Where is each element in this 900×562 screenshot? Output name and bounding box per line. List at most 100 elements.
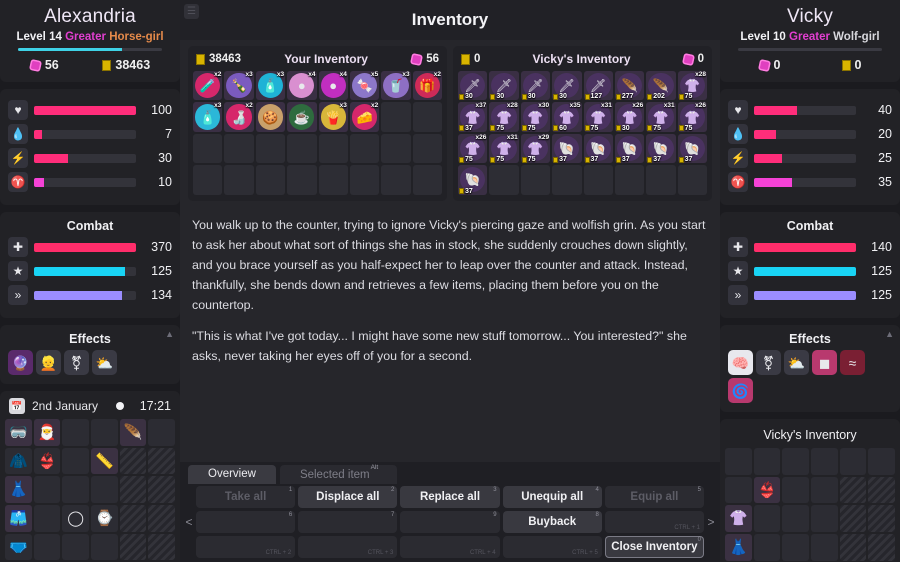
prev-page-arrow[interactable]: < xyxy=(182,486,196,558)
player-equip-pink-wand-icon[interactable]: 🪶 xyxy=(119,419,147,446)
player-item-empty-slot[interactable] xyxy=(412,133,442,164)
cloud-sun-effect-icon[interactable]: ⛅ xyxy=(92,350,117,375)
player-equip-empty-slot[interactable] xyxy=(148,419,176,446)
npc-equip-locked-slot[interactable] xyxy=(868,505,896,533)
player-item-empty-slot[interactable] xyxy=(381,102,411,132)
replace-all-button[interactable]: Replace all 3 xyxy=(400,486,500,508)
player-equip-santa-hat-icon[interactable]: 🎅 xyxy=(33,419,61,446)
buyback-button[interactable]: Buyback 8 xyxy=(502,511,602,533)
npc-equip-empty-slot[interactable] xyxy=(753,505,781,533)
player-equip-empty-slot[interactable] xyxy=(91,476,118,504)
player-item-slot[interactable]: 🍾 x3 xyxy=(224,71,254,101)
book-icon[interactable]: ☰ xyxy=(184,4,199,19)
npc-item-slot[interactable]: 👚 x29 75 xyxy=(520,133,551,164)
player-item-slot[interactable]: 🍬 x5 xyxy=(349,71,380,101)
player-item-slot[interactable]: 🧴 x3 xyxy=(255,71,286,101)
npc-equip-empty-slot[interactable] xyxy=(811,534,838,561)
player-item-slot[interactable]: 🍪 xyxy=(255,102,286,132)
purple-gem-effect-icon[interactable]: 🔮 xyxy=(8,350,33,375)
player-item-empty-slot[interactable] xyxy=(381,133,411,164)
npc-item-empty-slot[interactable] xyxy=(614,165,645,195)
player-equipment-grid[interactable]: 🥽🎅🪶🧥👙📏👗🩳◯⌚🩲🌕🧦 xyxy=(5,419,176,562)
player-item-slot[interactable]: 🎁 x2 xyxy=(412,71,442,101)
npc-equip-locked-slot[interactable] xyxy=(868,534,896,561)
blonde-head-effect-icon[interactable]: 👱 xyxy=(36,350,61,375)
npc-item-slot[interactable]: 🗡 30 xyxy=(520,71,551,101)
close-inventory-button[interactable]: Close Inventory 0 xyxy=(604,536,704,558)
player-item-empty-slot[interactable] xyxy=(412,165,442,195)
pink-spiral-effect-icon[interactable]: 🌀 xyxy=(728,378,753,403)
player-equip-locked-slot[interactable] xyxy=(119,447,147,475)
player-item-slot[interactable]: 🍟 x3 xyxy=(318,102,348,132)
npc-inventory-grid[interactable]: 🗡 30 🗡 30 🗡 30 🗡 30 🗡 127 🪶 277 🪶 202 👚 … xyxy=(458,71,707,195)
npc-item-empty-slot[interactable] xyxy=(583,165,613,195)
npc-item-slot[interactable]: 🗡 30 xyxy=(552,71,582,101)
npc-item-slot[interactable]: 👚 x31 75 xyxy=(583,102,613,132)
tab-selected-item[interactable]: Selected itemAlt xyxy=(279,464,398,484)
npc-item-empty-slot[interactable] xyxy=(552,165,582,195)
npc-equip-locked-slot[interactable] xyxy=(839,534,867,561)
player-equip-empty-slot[interactable] xyxy=(62,533,90,561)
npc-equip-empty-slot[interactable] xyxy=(725,476,752,504)
equip-all-button[interactable]: Equip all 5 xyxy=(604,486,704,508)
displace-all-button[interactable]: Displace all 2 xyxy=(298,486,398,508)
player-item-empty-slot[interactable] xyxy=(349,165,380,195)
player-item-empty-slot[interactable] xyxy=(224,133,254,164)
npc-item-slot[interactable]: 👚 x26 75 xyxy=(458,133,488,164)
player-equip-locked-slot[interactable] xyxy=(119,476,147,504)
red-waves-effect-icon[interactable]: ≈ xyxy=(840,350,865,375)
npc-item-slot[interactable]: 🐚 37 xyxy=(552,133,582,164)
player-equip-ring-icon[interactable]: ◯ xyxy=(62,505,90,532)
player-equip-empty-slot[interactable] xyxy=(62,419,90,446)
player-equip-empty-slot[interactable] xyxy=(91,533,118,561)
player-item-slot[interactable]: 🧀 x2 xyxy=(349,102,380,132)
next-page-arrow[interactable]: > xyxy=(704,486,718,558)
player-item-slot[interactable]: ☕ xyxy=(287,102,317,132)
player-equip-bra-icon[interactable]: 👙 xyxy=(33,447,61,475)
npc-item-slot[interactable]: 👚 x26 30 xyxy=(614,102,645,132)
player-equip-locked-slot[interactable] xyxy=(148,533,176,561)
player-equip-locked-slot[interactable] xyxy=(148,447,176,475)
player-equip-locked-slot[interactable] xyxy=(119,505,147,532)
npc-item-slot[interactable]: 👚 x30 75 xyxy=(520,102,551,132)
player-item-slot[interactable]: 🧴 x3 xyxy=(193,102,223,132)
action-button-grid[interactable]: Take all 1 Displace all 2 Replace all 3 … xyxy=(196,486,704,558)
npc-item-empty-slot[interactable] xyxy=(489,165,519,195)
npc-item-slot[interactable]: 🐚 37 xyxy=(583,133,613,164)
player-item-slot[interactable]: 🧪 x2 xyxy=(193,71,223,101)
npc-item-empty-slot[interactable] xyxy=(677,165,707,195)
player-item-slot[interactable]: 🥤 x3 xyxy=(381,71,411,101)
player-item-slot[interactable]: ● x4 xyxy=(287,71,317,101)
npc-item-slot[interactable]: 🐚 37 xyxy=(646,133,676,164)
player-equip-empty-slot[interactable] xyxy=(33,505,61,532)
player-item-empty-slot[interactable] xyxy=(287,165,317,195)
npc-item-slot[interactable]: 👚 x28 75 xyxy=(489,102,519,132)
npc-item-empty-slot[interactable] xyxy=(520,165,551,195)
collapse-chevron-icon[interactable]: ▲ xyxy=(885,329,894,339)
player-item-empty-slot[interactable] xyxy=(318,165,348,195)
player-item-empty-slot[interactable] xyxy=(381,165,411,195)
player-item-slot[interactable]: 🍶 x2 xyxy=(224,102,254,132)
npc-item-slot[interactable]: 🐚 37 xyxy=(458,165,488,195)
player-item-empty-slot[interactable] xyxy=(287,133,317,164)
npc-equip-empty-slot[interactable] xyxy=(782,505,810,533)
npc-equipment-grid[interactable]: 👙👚👗🩲👠🧦 xyxy=(725,448,896,562)
npc-equip-empty-slot[interactable] xyxy=(782,476,810,504)
npc-equip-empty-slot[interactable] xyxy=(782,534,810,561)
player-equip-empty-slot[interactable] xyxy=(91,419,118,446)
unequip-all-button[interactable]: Unequip all 4 xyxy=(502,486,602,508)
player-item-empty-slot[interactable] xyxy=(224,165,254,195)
player-item-empty-slot[interactable] xyxy=(193,165,223,195)
player-equip-watch-icon[interactable]: ⌚ xyxy=(91,505,118,532)
npc-item-slot[interactable]: 🗡 30 xyxy=(489,71,519,101)
pink-square-effect-icon[interactable]: ◼ xyxy=(812,350,837,375)
npc-equip-white-top-icon[interactable]: 👚 xyxy=(725,505,752,533)
npc-equip-empty-slot[interactable] xyxy=(782,448,810,475)
player-item-empty-slot[interactable] xyxy=(412,102,442,132)
npc-item-slot[interactable]: 👚 x31 75 xyxy=(646,102,676,132)
collapse-chevron-icon[interactable]: ▲ xyxy=(165,329,174,339)
player-equip-empty-slot[interactable] xyxy=(62,447,90,475)
npc-equip-empty-slot[interactable] xyxy=(868,448,896,475)
player-item-empty-slot[interactable] xyxy=(349,133,380,164)
player-equip-empty-slot[interactable] xyxy=(33,476,61,504)
